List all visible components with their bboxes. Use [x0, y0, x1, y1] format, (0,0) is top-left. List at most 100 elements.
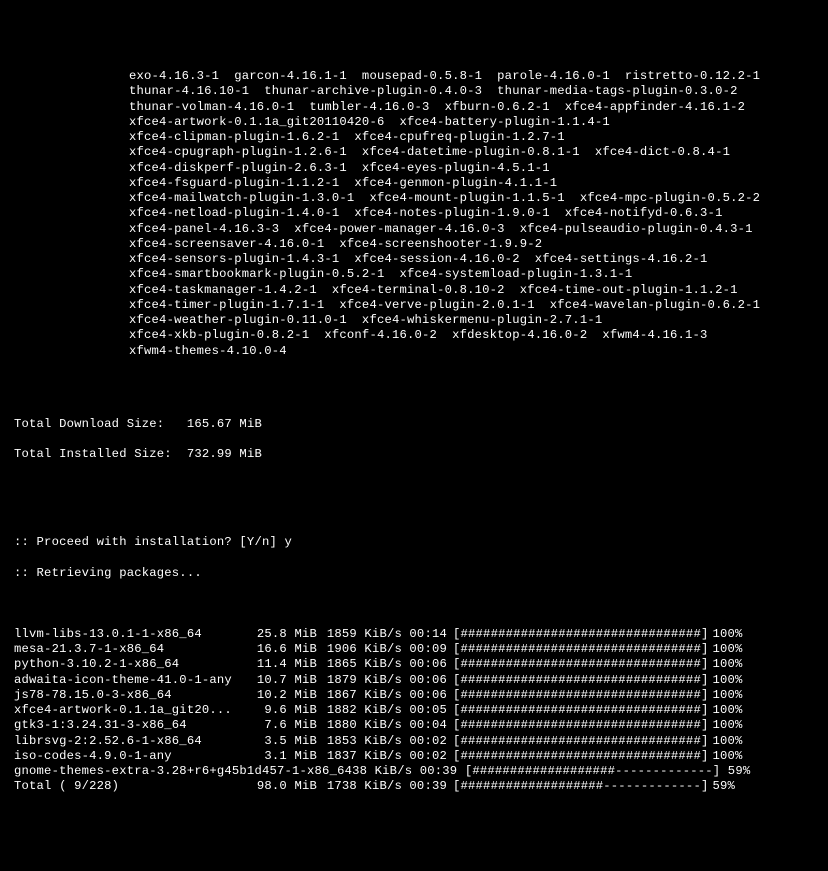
download-speed: 1853 KiB/s [317, 734, 402, 749]
download-time: 00:06 [402, 673, 447, 688]
download-row: js78-78.15.0-3-x86_6410.2 MiB1867 KiB/s0… [14, 688, 814, 703]
package-list-block: exo-4.16.3-1 garcon-4.16.1-1 mousepad-0.… [14, 69, 814, 359]
download-row: gnome-themes-extra-3.28+r6+g45b1d457-1-x… [14, 764, 814, 779]
download-percent: 100% [712, 749, 742, 764]
total-installed-label: Total Installed Size: [14, 447, 187, 461]
package-line: xfwm4-themes-4.10.0-4 [129, 344, 814, 359]
download-size: 9.6 MiB [242, 703, 317, 718]
download-row: librsvg-2:2.52.6-1-x86_643.5 MiB1853 KiB… [14, 734, 814, 749]
progress-bar: [################################] [453, 734, 708, 749]
download-time: 00:06 [402, 657, 447, 672]
package-line: xfce4-smartbookmark-plugin-0.5.2-1 xfce4… [129, 267, 814, 282]
download-size: 10.2 MiB [242, 688, 317, 703]
download-size: 10.7 MiB [242, 673, 317, 688]
download-percent: 100% [712, 688, 742, 703]
package-line: xfce4-panel-4.16.3-3 xfce4-power-manager… [129, 222, 814, 237]
download-percent: 100% [712, 642, 742, 657]
download-size: 3.5 MiB [242, 734, 317, 749]
download-speed: 1738 KiB/s [317, 779, 402, 794]
package-line: xfce4-taskmanager-1.4.2-1 xfce4-terminal… [129, 283, 814, 298]
download-row: adwaita-icon-theme-41.0-1-any10.7 MiB187… [14, 673, 814, 688]
download-row: gtk3-1:3.24.31-3-x86_647.6 MiB1880 KiB/s… [14, 718, 814, 733]
download-time: 00:02 [402, 749, 447, 764]
progress-bar: [################################] [453, 657, 708, 672]
package-line: thunar-volman-4.16.0-1 tumbler-4.16.0-3 … [129, 100, 814, 115]
total-installed-value: 732.99 MiB [187, 447, 262, 461]
total-download-value: 165.67 MiB [187, 417, 262, 431]
progress-bar: [################################] [453, 718, 708, 733]
download-speed: 1879 KiB/s [317, 673, 402, 688]
progress-bar: [################################] [453, 642, 708, 657]
download-name: iso-codes-4.9.0-1-any [14, 749, 242, 764]
download-time: 00:14 [402, 627, 447, 642]
download-size: 98.0 MiB [242, 779, 317, 794]
package-line: xfce4-fsguard-plugin-1.1.2-1 xfce4-genmo… [129, 176, 814, 191]
download-time: 00:06 [402, 688, 447, 703]
download-time: 00:04 [402, 718, 447, 733]
download-size: 25.8 MiB [242, 627, 317, 642]
download-row: iso-codes-4.9.0-1-any3.1 MiB1837 KiB/s00… [14, 749, 814, 764]
download-row: llvm-libs-13.0.1-1-x86_6425.8 MiB1859 Ki… [14, 627, 814, 642]
download-speed: 1880 KiB/s [317, 718, 402, 733]
download-size: 16.6 MiB [242, 642, 317, 657]
download-size: 7.6 MiB [242, 718, 317, 733]
download-size: 3.1 MiB [242, 749, 317, 764]
download-name: Total ( 9/228) [14, 779, 242, 794]
download-percent: 100% [712, 703, 742, 718]
download-time: 00:39 [402, 779, 447, 794]
download-name: python-3.10.2-1-x86_64 [14, 657, 242, 672]
download-time: 00:05 [402, 703, 447, 718]
download-row: mesa-21.3.7-1-x86_6416.6 MiB1906 KiB/s00… [14, 642, 814, 657]
total-installed: Total Installed Size: 732.99 MiB [14, 447, 814, 462]
download-name: llvm-libs-13.0.1-1-x86_64 [14, 627, 242, 642]
download-time: 00:09 [402, 642, 447, 657]
proceed-prompt[interactable]: :: Proceed with installation? [Y/n] y [14, 535, 814, 550]
download-row: xfce4-artwork-0.1.1a_git20...9.6 MiB1882… [14, 703, 814, 718]
download-row: Total ( 9/228)98.0 MiB1738 KiB/s00:39 [##… [14, 779, 814, 794]
download-speed: 1906 KiB/s [317, 642, 402, 657]
package-line: xfce4-netload-plugin-1.4.0-1 xfce4-notes… [129, 206, 814, 221]
download-size: 11.4 MiB [242, 657, 317, 672]
progress-bar: [################################] [453, 749, 708, 764]
total-download-label: Total Download Size: [14, 417, 187, 431]
package-line: xfce4-weather-plugin-0.11.0-1 xfce4-whis… [129, 313, 814, 328]
download-name: adwaita-icon-theme-41.0-1-any [14, 673, 242, 688]
retrieving-message: :: Retrieving packages... [14, 566, 814, 581]
download-speed: 1865 KiB/s [317, 657, 402, 672]
package-line: exo-4.16.3-1 garcon-4.16.1-1 mousepad-0.… [129, 69, 814, 84]
package-line: xfce4-artwork-0.1.1a_git20110420-6 xfce4… [129, 115, 814, 130]
download-name: mesa-21.3.7-1-x86_64 [14, 642, 242, 657]
totals-section: Total Download Size: 165.67 MiB Total In… [14, 401, 814, 477]
download-row: python-3.10.2-1-x86_6411.4 MiB1865 KiB/s… [14, 657, 814, 672]
download-percent: 100% [712, 657, 742, 672]
download-percent: 100% [712, 673, 742, 688]
download-speed: 1867 KiB/s [317, 688, 402, 703]
package-line: xfce4-clipman-plugin-1.6.2-1 xfce4-cpufr… [129, 130, 814, 145]
package-line: xfce4-cpugraph-plugin-1.2.6-1 xfce4-date… [129, 145, 814, 160]
download-speed: 1859 KiB/s [317, 627, 402, 642]
package-line: xfce4-diskperf-plugin-2.6.3-1 xfce4-eyes… [129, 161, 814, 176]
download-speed: 1837 KiB/s [317, 749, 402, 764]
downloads-section: llvm-libs-13.0.1-1-x86_6425.8 MiB1859 Ki… [14, 627, 814, 795]
progress-bar: [################################] [453, 627, 708, 642]
download-overflow-line: gnome-themes-extra-3.28+r6+g45b1d457-1-x… [14, 764, 750, 779]
progress-bar: [################################] [453, 673, 708, 688]
download-name: gtk3-1:3.24.31-3-x86_64 [14, 718, 242, 733]
download-percent: 100% [712, 718, 742, 733]
total-download: Total Download Size: 165.67 MiB [14, 417, 814, 432]
package-line: thunar-4.16.10-1 thunar-archive-plugin-0… [129, 84, 814, 99]
progress-bar: [################################] [453, 703, 708, 718]
download-name: librsvg-2:2.52.6-1-x86_64 [14, 734, 242, 749]
download-name: js78-78.15.0-3-x86_64 [14, 688, 242, 703]
package-line: xfce4-screensaver-4.16.0-1 xfce4-screens… [129, 237, 814, 252]
prompt-section: :: Proceed with installation? [Y/n] y ::… [14, 520, 814, 596]
download-speed: 1882 KiB/s [317, 703, 402, 718]
package-line: xfce4-sensors-plugin-1.4.3-1 xfce4-sessi… [129, 252, 814, 267]
download-percent: 59% [712, 779, 735, 794]
download-percent: 100% [712, 627, 742, 642]
package-line: xfce4-xkb-plugin-0.8.2-1 xfconf-4.16.0-2… [129, 328, 814, 343]
progress-bar: [###################-------------] [453, 779, 708, 794]
download-name: xfce4-artwork-0.1.1a_git20... [14, 703, 242, 718]
download-percent: 100% [712, 734, 742, 749]
progress-bar: [################################] [453, 688, 708, 703]
